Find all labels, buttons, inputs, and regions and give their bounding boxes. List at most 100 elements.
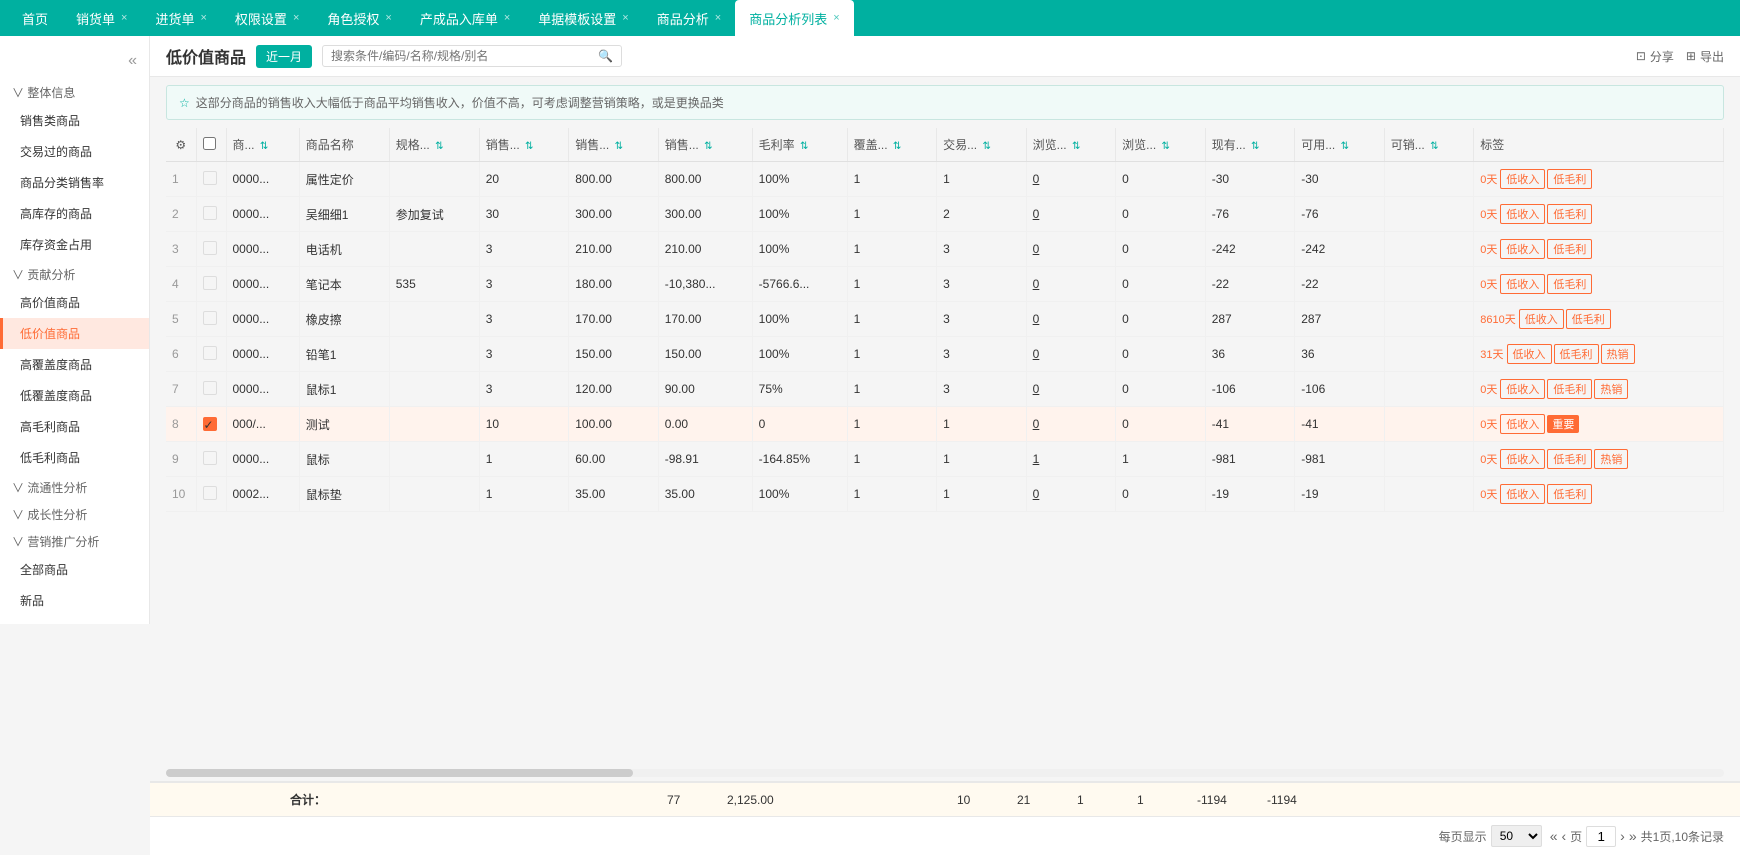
sidebar-item-新品[interactable]: 新品 [0,585,149,616]
nav-item-首页[interactable]: 首页 [8,0,62,36]
view1-link[interactable]: 1 [1033,452,1040,466]
sidebar-item-销售类商品[interactable]: 销售类商品 [0,105,149,136]
table-scrollbar-thumb[interactable] [166,769,633,777]
view1-link[interactable]: 0 [1033,347,1040,361]
nav-item-销货单[interactable]: 销货单× [62,0,141,36]
filter-button[interactable]: 近一月 [256,45,312,68]
view1-link[interactable]: 0 [1033,382,1040,396]
nav-close-icon[interactable]: × [293,12,299,24]
nav-close-icon[interactable]: × [622,12,628,24]
sidebar-item-交易过的商品[interactable]: 交易过的商品 [0,136,149,167]
sidebar-item-全部商品[interactable]: 全部商品 [0,554,149,585]
nav-item-单据模板设置[interactable]: 单据模板设置× [524,0,642,36]
page-input[interactable] [1586,826,1616,847]
prev-page-button[interactable]: ‹ [1561,828,1566,844]
view1-link[interactable]: 0 [1033,312,1040,326]
row-checkbox[interactable] [203,381,217,395]
nav-close-icon[interactable]: × [715,12,721,24]
sidebar-item-低价值商品[interactable]: 低价值商品 [0,318,149,349]
share-button[interactable]: ⊡ 分享 [1636,48,1674,65]
sidebar-section[interactable]: ∨ 营销推广分析 [0,527,149,554]
days-tag: 0天 [1480,489,1497,501]
row-checkbox[interactable] [203,346,217,360]
nav-close-icon[interactable]: × [200,12,206,24]
col-header-view2[interactable]: 浏览... ⇅ [1116,128,1206,162]
row-checkbox[interactable]: ✓ [203,417,217,431]
nav-close-icon[interactable]: × [121,12,127,24]
tag-低毛利: 低毛利 [1547,379,1592,399]
row-checkbox[interactable] [203,451,217,465]
col-header-saleable[interactable]: 可销... ⇅ [1384,128,1474,162]
sidebar-section[interactable]: ∨ 贡献分析 [0,260,149,287]
table-row: 10000...属性定价20800.00800.00100%1100-30-30… [166,162,1724,197]
cell-name: 橡皮擦 [299,302,389,337]
cell-view1: 1 [1026,442,1116,477]
cell-num: 10 [166,477,196,512]
col-header-available[interactable]: 可用... ⇅ [1295,128,1385,162]
col-header-sales_qty[interactable]: 销售... ⇅ [479,128,569,162]
per-page-label: 每页显示 [1439,828,1487,845]
row-checkbox[interactable] [203,206,217,220]
col-header-code[interactable]: 商... ⇅ [226,128,299,162]
nav-item-角色授权[interactable]: 角色授权× [313,0,405,36]
view1-link[interactable]: 0 [1033,487,1040,501]
view1-link[interactable]: 0 [1033,207,1040,221]
row-checkbox[interactable] [203,486,217,500]
select-all-checkbox[interactable] [203,137,216,150]
next-page-button[interactable]: › [1620,828,1625,844]
col-header-trade[interactable]: 交易... ⇅ [937,128,1027,162]
col-header-sales_amt[interactable]: 销售... ⇅ [569,128,659,162]
view1-link[interactable]: 0 [1033,172,1040,186]
sidebar-item-库存资金占用[interactable]: 库存资金占用 [0,229,149,260]
nav-item-进货单[interactable]: 进货单× [141,0,220,36]
sidebar-section[interactable]: ∨ 整体信息 [0,78,149,105]
per-page-select[interactable]: 50 100 200 [1491,825,1542,847]
last-page-button[interactable]: » [1629,828,1637,844]
sidebar-item-高库存的商品[interactable]: 高库存的商品 [0,198,149,229]
first-page-button[interactable]: « [1550,828,1558,844]
cell-sales_cost: 300.00 [658,197,752,232]
nav-item-权限设置[interactable]: 权限设置× [221,0,313,36]
sidebar-collapse-button[interactable]: « [124,48,141,74]
sidebar-item-商品分类销售率[interactable]: 商品分类销售率 [0,167,149,198]
search-input[interactable] [331,49,594,63]
nav-item-商品分析[interactable]: 商品分析× [643,0,735,36]
sidebar-item-高毛利商品[interactable]: 高毛利商品 [0,411,149,442]
view1-link[interactable]: 0 [1033,277,1040,291]
col-header-coverage[interactable]: 覆盖... ⇅ [847,128,937,162]
col-header-gross_margin[interactable]: 毛利率 ⇅ [752,128,847,162]
sidebar-item-低覆盖度商品[interactable]: 低覆盖度商品 [0,380,149,411]
tag-hot: 热销 [1594,449,1628,469]
sales-qty: 3 [486,382,493,396]
nav-item-产成品入库单[interactable]: 产成品入库单× [406,0,524,36]
row-checkbox[interactable] [203,171,217,185]
cell-sales_cost: 150.00 [658,337,752,372]
row-checkbox[interactable] [203,311,217,325]
nav-item-商品分析列表[interactable]: 商品分析列表× [735,0,853,36]
trade: 2 [943,207,950,221]
sidebar-section[interactable]: ∨ 流通性分析 [0,473,149,500]
sidebar-item-高覆盖度商品[interactable]: 高覆盖度商品 [0,349,149,380]
table-scrollbar[interactable] [166,769,1724,777]
view1-link[interactable]: 0 [1033,417,1040,431]
nav-close-icon[interactable]: × [833,12,839,24]
view1-link[interactable]: 0 [1033,242,1040,256]
nav-close-icon[interactable]: × [385,12,391,24]
col-header-spec[interactable]: 规格... ⇅ [389,128,479,162]
row-checkbox[interactable] [203,276,217,290]
settings-icon[interactable]: ⚙ [175,138,186,152]
col-header-sales_cost[interactable]: 销售... ⇅ [658,128,752,162]
tag-低收入: 低收入 [1519,309,1564,329]
sales-cost: 210.00 [665,242,702,256]
row-checkbox[interactable] [203,241,217,255]
search-icon[interactable]: 🔍 [598,49,613,63]
sidebar-section[interactable]: ∨ 成长性分析 [0,500,149,527]
sidebar-item-高价值商品[interactable]: 高价值商品 [0,287,149,318]
export-button[interactable]: ⊞ 导出 [1686,48,1724,65]
tag-低收入: 低收入 [1500,484,1545,504]
sidebar-item-低毛利商品[interactable]: 低毛利商品 [0,442,149,473]
col-header-current_stock[interactable]: 现有... ⇅ [1205,128,1295,162]
col-header-view1[interactable]: 浏览... ⇅ [1026,128,1116,162]
nav-close-icon[interactable]: × [504,12,510,24]
cell-saleable [1384,302,1474,337]
